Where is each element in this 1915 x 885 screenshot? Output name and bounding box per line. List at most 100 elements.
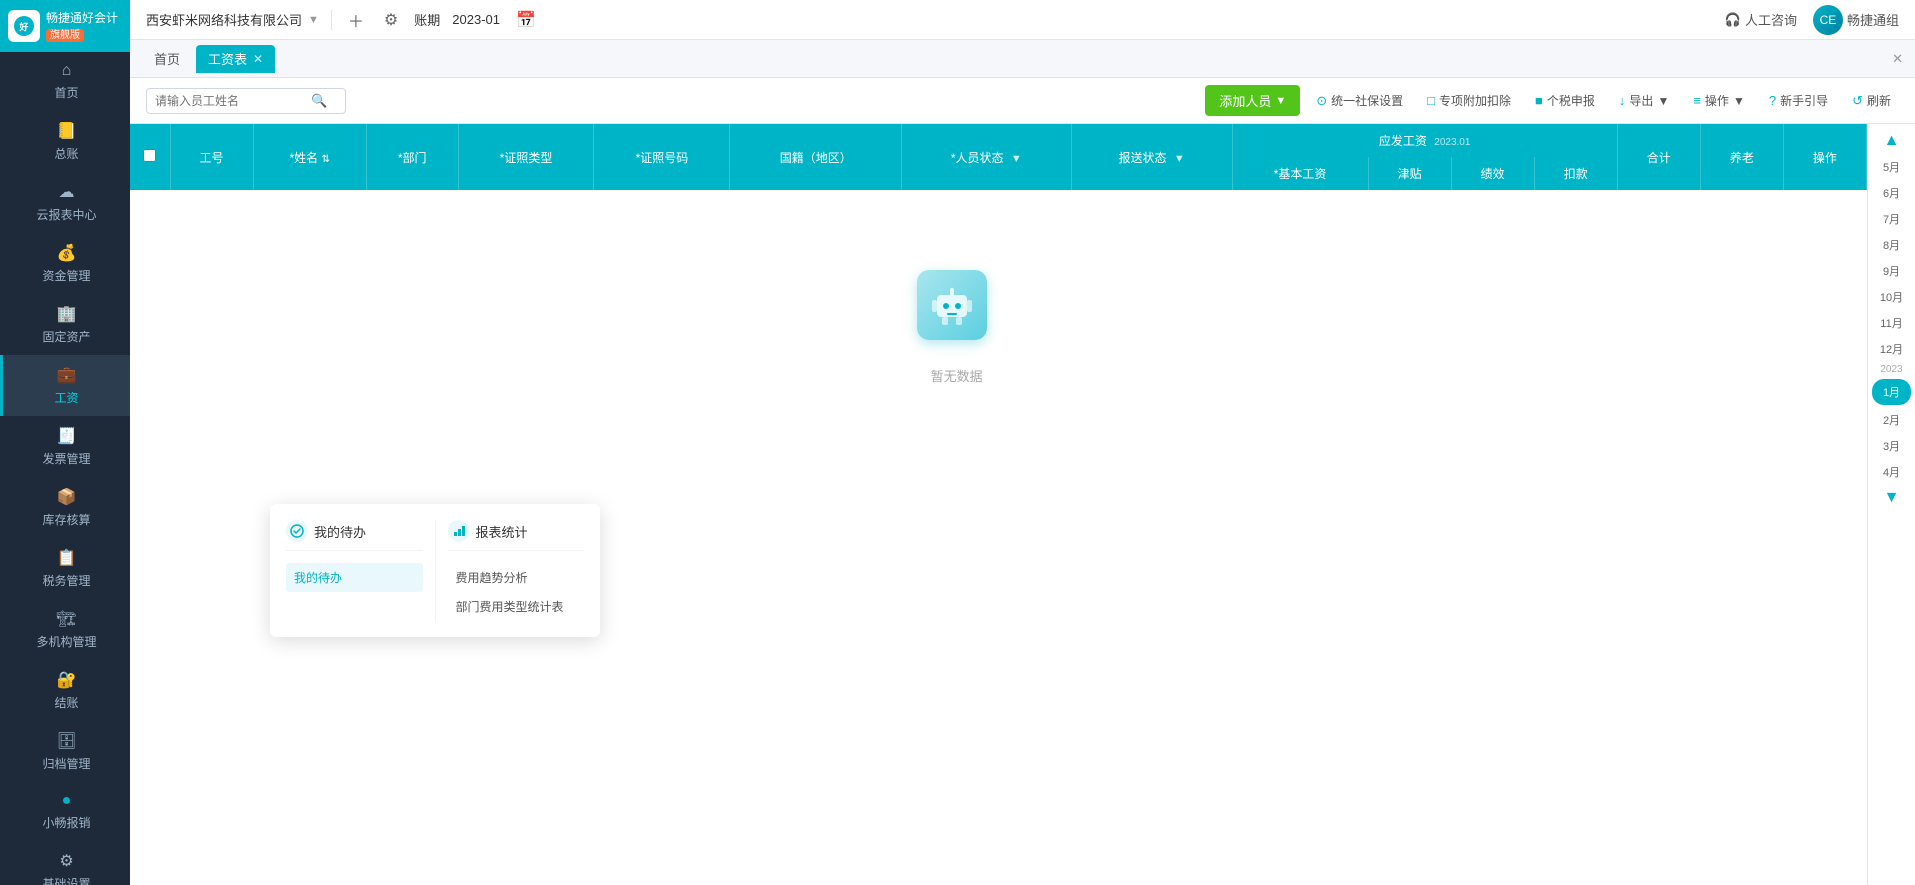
popup-item-dept-cost[interactable]: 部门费用类型统计表 [448, 592, 585, 621]
th-checkbox[interactable] [130, 124, 170, 190]
add-person-arrow: ▼ [1275, 95, 1286, 107]
th-allowance: 津贴 [1368, 157, 1451, 190]
sidebar-label-invoice: 发票管理 [42, 450, 90, 467]
tax-report-btn[interactable]: ■ 个税申报 [1527, 88, 1603, 113]
invoice-icon: 🧾 [57, 426, 77, 446]
sidebar-item-tax[interactable]: 📋 税务管理 [0, 538, 130, 599]
timeline-4month[interactable]: 4月 [1868, 459, 1915, 485]
sidebar-item-assets[interactable]: 🏢 固定资产 [0, 294, 130, 355]
tab-close-all[interactable]: ✕ [1892, 51, 1903, 67]
sidebar-label-salary: 工资 [54, 389, 78, 406]
operation-label: 操作 [1705, 92, 1729, 109]
th-name: *姓名 ⇅ [253, 124, 366, 190]
export-btn[interactable]: ↓ 导出 ▼ [1611, 88, 1677, 113]
sidebar-nav: ⌂ 首页 📒 总账 ☁ 云报表中心 💰 资金管理 🏢 固定资产 💼 工资 🧾 发… [0, 52, 130, 885]
add-person-label: 添加人员 [1219, 91, 1271, 110]
timeline-5month[interactable]: 5月 [1868, 154, 1915, 180]
special-deduction-btn[interactable]: □ 专项附加扣除 [1419, 88, 1519, 113]
search-icon[interactable]: 🔍 [311, 93, 327, 109]
cloud-icon: ☁ [59, 182, 75, 202]
todo-col-icon [286, 520, 308, 542]
social-security-label: 统一社保设置 [1331, 92, 1403, 109]
tab-salary-label: 工资表 [208, 49, 247, 68]
timeline-2month[interactable]: 2月 [1868, 407, 1915, 433]
topbar-right: 🎧 人工咨询 CE 畅捷通组 [1725, 5, 1899, 35]
timeline-3month[interactable]: 3月 [1868, 433, 1915, 459]
refresh-btn[interactable]: ↺ 刷新 [1844, 88, 1899, 113]
timeline-7month[interactable]: 7月 [1868, 206, 1915, 232]
timeline-9month[interactable]: 9月 [1868, 258, 1915, 284]
sidebar-label-ledger: 总账 [54, 145, 78, 162]
th-pension: 养老 [1700, 124, 1783, 190]
sidebar-item-multi[interactable]: 🏗 多机构管理 [0, 599, 130, 660]
th-base-salary: *基本工资 [1232, 157, 1368, 190]
company-dropdown-arrow: ▼ [308, 14, 319, 26]
app-logo[interactable]: 好 畅捷通好会计 旗舰版 [0, 0, 130, 52]
tax-icon: 📋 [57, 548, 77, 568]
sidebar-item-cloud[interactable]: ☁ 云报表中心 [0, 172, 130, 233]
sidebar-item-settings[interactable]: ⚙ 基础设置 [0, 841, 130, 885]
app-name: 畅捷通好会计 [46, 11, 118, 27]
user-area[interactable]: CE 畅捷通组 [1813, 5, 1899, 35]
timeline-nav-up[interactable]: ▲ [1880, 128, 1904, 154]
timeline-12month[interactable]: 12月 [1868, 336, 1915, 362]
popup-divider [435, 520, 436, 621]
sidebar-label-xiaochang: 小畅报销 [42, 814, 90, 831]
tab-home[interactable]: 首页 [142, 45, 192, 73]
popup-item-cost-trend[interactable]: 费用趋势分析 [448, 563, 585, 592]
tab-home-label: 首页 [154, 49, 180, 68]
guide-btn-icon: ? [1769, 93, 1776, 108]
content-area: 工号 *姓名 ⇅ *部门 *证照类型 *证照号码 国籍（地区） *人员状态 ▼ … [130, 124, 1915, 885]
timeline-10month[interactable]: 10月 [1868, 284, 1915, 310]
guide-btn[interactable]: ? 新手引导 [1761, 88, 1836, 113]
calendar-icon[interactable]: 📅 [512, 6, 540, 34]
export-label: 导出 [1629, 92, 1653, 109]
sidebar-item-inventory[interactable]: 📦 库存核算 [0, 477, 130, 538]
th-operation: 操作 [1783, 124, 1866, 190]
salary-icon: 💼 [57, 365, 77, 385]
operation-icon: ≡ [1693, 93, 1701, 108]
popup-item-my-todo[interactable]: 我的待办 [286, 563, 423, 592]
toolbar-right: 添加人员 ▼ ⊙ 统一社保设置 □ 专项附加扣除 ■ 个税申报 ↓ 导出 ▼ ≡ [1205, 85, 1899, 116]
sidebar-label-tax: 税务管理 [42, 572, 90, 589]
sidebar-item-closing[interactable]: 🔐 结账 [0, 660, 130, 721]
sidebar-item-xiaochang[interactable]: ● 小畅报销 [0, 782, 130, 841]
sidebar-item-salary[interactable]: 💼 工资 [0, 355, 130, 416]
sidebar-item-ledger[interactable]: 📒 总账 [0, 111, 130, 172]
refresh-label: 刷新 [1867, 92, 1891, 109]
sidebar-item-archive[interactable]: 🗄 归档管理 [0, 721, 130, 782]
special-deduction-icon: □ [1427, 93, 1435, 108]
settings-icon: ⚙ [59, 851, 73, 871]
inventory-icon: 📦 [57, 487, 77, 507]
tab-salary-close[interactable]: ✕ [253, 52, 263, 66]
support-btn[interactable]: 🎧 人工咨询 [1725, 10, 1797, 29]
company-selector[interactable]: 西安虾米网络科技有限公司 ▼ [146, 10, 319, 29]
sidebar-label-home: 首页 [54, 84, 78, 101]
popup-col-report: 报表统计 费用趋势分析 部门费用类型统计表 [448, 520, 585, 621]
tab-salary[interactable]: 工资表 ✕ [196, 45, 275, 73]
sidebar-label-settings: 基础设置 [42, 875, 90, 885]
select-all-checkbox[interactable] [143, 149, 156, 162]
close-all-icon[interactable]: ✕ [1892, 51, 1903, 66]
social-security-btn[interactable]: ⊙ 统一社保设置 [1308, 88, 1411, 113]
add-person-btn[interactable]: 添加人员 ▼ [1205, 85, 1300, 116]
operation-btn[interactable]: ≡ 操作 ▼ [1685, 88, 1753, 113]
timeline-11month[interactable]: 11月 [1868, 310, 1915, 336]
period-label: 账期 [414, 10, 440, 29]
popup-todo-title: 我的待办 [314, 522, 366, 541]
search-input[interactable] [155, 94, 305, 108]
period-marker: 2023.01 [1434, 137, 1470, 148]
sidebar-item-invoice[interactable]: 🧾 发票管理 [0, 416, 130, 477]
sidebar-item-finance[interactable]: 💰 资金管理 [0, 233, 130, 294]
logo-text-block: 畅捷通好会计 旗舰版 [46, 11, 118, 42]
th-nationality: 国籍（地区） [730, 124, 902, 190]
add-company-btn[interactable]: ＋ [344, 4, 368, 36]
multi-icon: 🏗 [56, 609, 76, 629]
timeline-6month[interactable]: 6月 [1868, 180, 1915, 206]
popup-item-todo-label: 我的待办 [294, 571, 342, 585]
sidebar-item-home[interactable]: ⌂ 首页 [0, 52, 130, 111]
settings-btn[interactable]: ⚙ [380, 6, 402, 34]
timeline-nav-down[interactable]: ▼ [1880, 485, 1904, 511]
timeline-8month[interactable]: 8月 [1868, 232, 1915, 258]
timeline-1month-current[interactable]: 1月 [1872, 379, 1911, 405]
